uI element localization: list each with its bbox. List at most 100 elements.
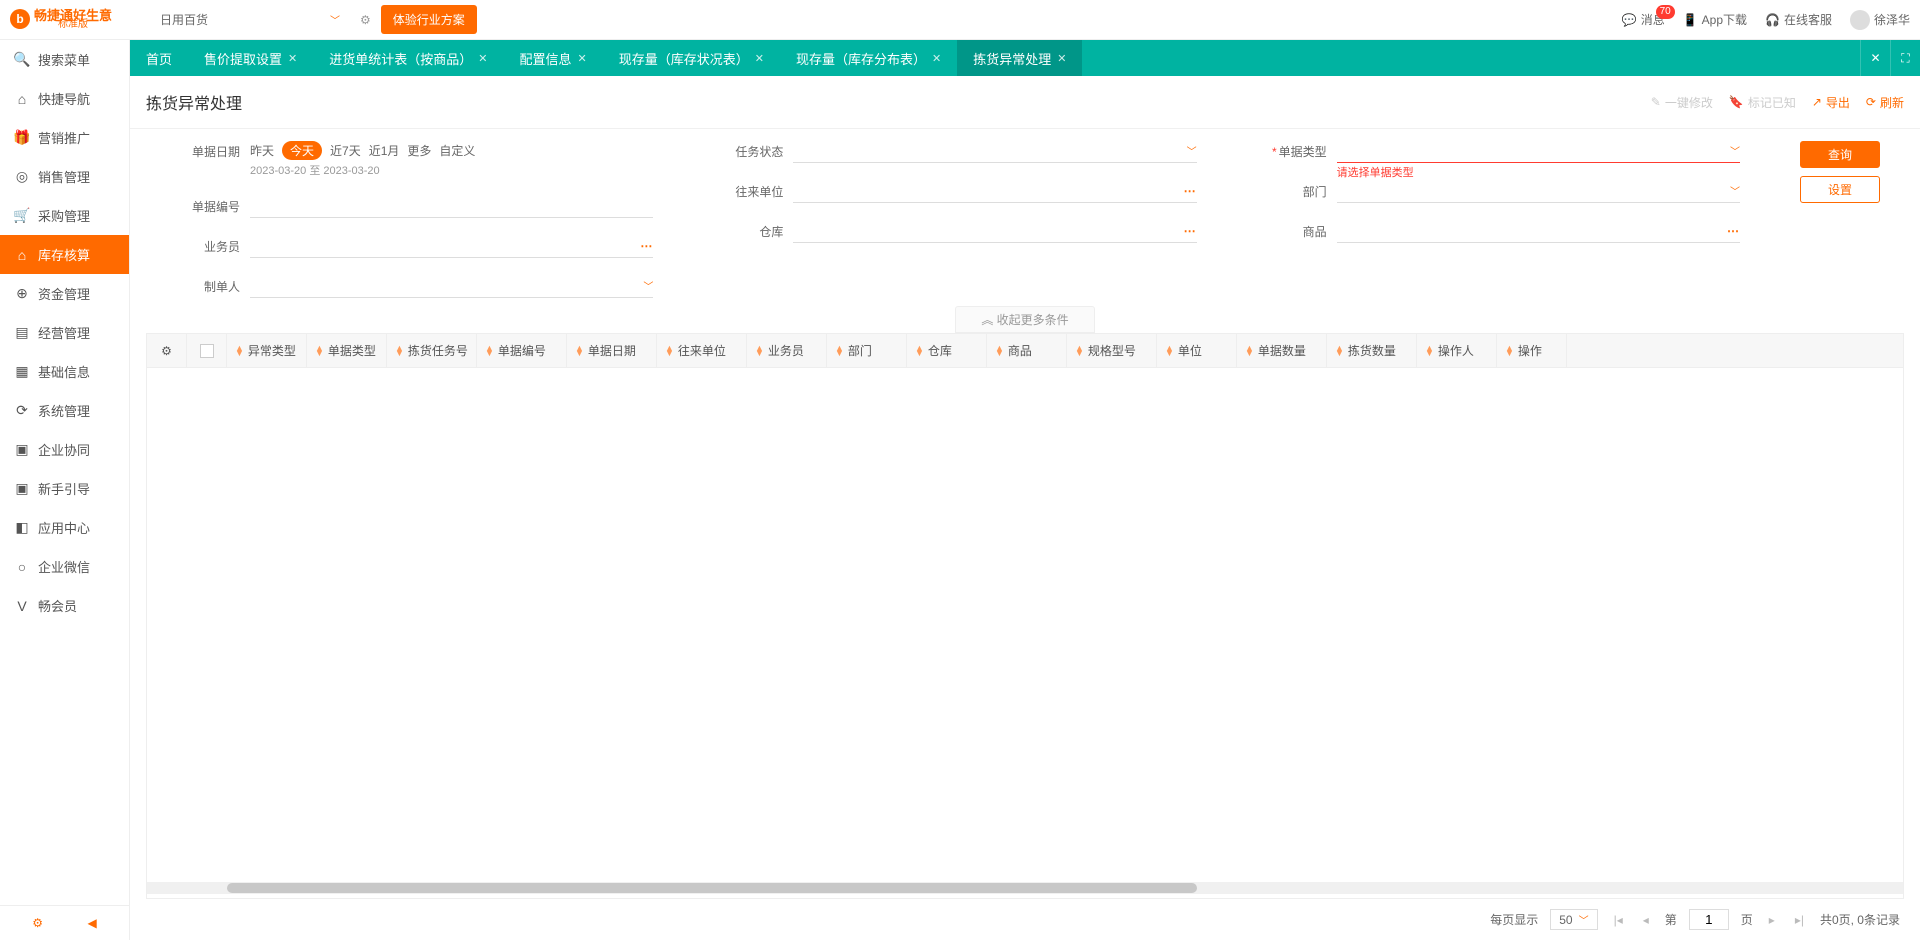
close-icon[interactable]: ✕ — [288, 52, 297, 65]
column-header[interactable]: ▲▼业务员 — [747, 334, 827, 367]
column-header[interactable]: ▲▼规格型号 — [1067, 334, 1157, 367]
close-icon[interactable]: ✕ — [932, 52, 941, 65]
tab[interactable]: 首页 — [130, 40, 188, 76]
column-header[interactable]: ▲▼拣货数量 — [1327, 334, 1417, 367]
menu-icon: ⌂ — [14, 91, 30, 107]
sidebar-item[interactable]: ⟳系统管理 — [0, 391, 129, 430]
filter-panel: 单据日期 昨天今天近7天近1月更多自定义 2023-03-20 至 2023-0… — [130, 129, 1920, 333]
column-header[interactable]: ▲▼单据编号 — [477, 334, 567, 367]
sidebar-item[interactable]: ◎销售管理 — [0, 157, 129, 196]
tab[interactable]: 进货单统计表（按商品）✕ — [313, 40, 503, 76]
page-size-select[interactable]: 50﹀ — [1550, 909, 1597, 930]
sidebar-item[interactable]: ▦基础信息 — [0, 352, 129, 391]
close-icon[interactable]: ✕ — [755, 52, 764, 65]
column-header[interactable]: ▲▼商品 — [987, 334, 1067, 367]
column-header[interactable]: ▲▼仓库 — [907, 334, 987, 367]
pager: 每页显示 50﹀ |◂ ◂ 第 页 ▸ ▸| 共0页, 0条记录 — [130, 899, 1920, 940]
experience-button[interactable]: 体验行业方案 — [381, 5, 477, 34]
column-header[interactable]: ▲▼往来单位 — [657, 334, 747, 367]
chevron-down-icon: ﹀ — [643, 278, 653, 293]
menu-icon: 🔍 — [14, 52, 30, 68]
close-icon[interactable]: ✕ — [478, 52, 487, 65]
close-icon[interactable]: ✕ — [1057, 52, 1066, 65]
prev-page[interactable]: ◂ — [1639, 913, 1653, 927]
collapse-filters[interactable]: ︽ 收起更多条件 — [955, 306, 1095, 333]
maker-select[interactable]: ﹀ — [250, 276, 653, 298]
refresh-button[interactable]: ⟳刷新 — [1866, 94, 1904, 111]
sort-icon: ▲▼ — [915, 346, 924, 356]
date-chip[interactable]: 近7天 — [330, 142, 361, 159]
close-icon[interactable]: ✕ — [578, 52, 587, 65]
date-chip[interactable]: 今天 — [282, 141, 322, 160]
user-menu[interactable]: 徐泽华 — [1850, 10, 1910, 30]
column-header[interactable]: ▲▼异常类型 — [227, 334, 307, 367]
tab[interactable]: 售价提取设置✕ — [188, 40, 313, 76]
batch-edit-button[interactable]: ✎一键修改 — [1651, 94, 1713, 111]
column-header[interactable]: ▲▼部门 — [827, 334, 907, 367]
sidebar-item[interactable]: 🔍搜索菜单 — [0, 40, 129, 79]
more-icon[interactable]: ⋯ — [1184, 224, 1197, 238]
store-selector[interactable]: 日用百货 ﹀ — [150, 11, 350, 28]
more-icon[interactable]: ⋯ — [1727, 224, 1740, 238]
query-button[interactable]: 查询 — [1800, 141, 1880, 168]
select-all[interactable] — [187, 334, 227, 367]
more-icon[interactable]: ⋯ — [640, 239, 653, 253]
settings-button[interactable]: 设置 — [1800, 176, 1880, 203]
sidebar-item[interactable]: ⌂库存核算 — [0, 235, 129, 274]
column-header[interactable]: ▲▼单据日期 — [567, 334, 657, 367]
sidebar-item[interactable]: ○企业微信 — [0, 547, 129, 586]
message-badge: 70 — [1656, 5, 1675, 19]
column-header[interactable]: ▲▼单据数量 — [1237, 334, 1327, 367]
date-chip[interactable]: 自定义 — [439, 142, 475, 159]
sidebar-item[interactable]: V畅会员 — [0, 586, 129, 625]
docno-input[interactable] — [250, 196, 653, 218]
chevron-down-icon: ﹀ — [1579, 912, 1589, 927]
doctype-select[interactable]: ﹀ 请选择单据类型 — [1337, 141, 1740, 163]
mark-known-button[interactable]: 🔖标记已知 — [1729, 94, 1796, 111]
sidebar-item[interactable]: ▣企业协同 — [0, 430, 129, 469]
goods-input[interactable]: ⋯ — [1337, 221, 1740, 243]
agent-input[interactable]: ⋯ — [250, 236, 653, 258]
first-page[interactable]: |◂ — [1610, 913, 1627, 927]
sort-icon: ▲▼ — [995, 346, 1004, 356]
tab-fullscreen[interactable]: ⛶ — [1890, 40, 1920, 76]
column-header[interactable]: ▲▼单位 — [1157, 334, 1237, 367]
export-button[interactable]: ↗导出 — [1812, 94, 1850, 111]
sidebar-item[interactable]: ⊕资金管理 — [0, 274, 129, 313]
sidebar-item[interactable]: 🛒采购管理 — [0, 196, 129, 235]
sidebar-item[interactable]: ▣新手引导 — [0, 469, 129, 508]
date-chip[interactable]: 更多 — [407, 142, 431, 159]
horizontal-scrollbar[interactable] — [147, 882, 1903, 894]
column-header[interactable]: ▲▼操作 — [1497, 334, 1567, 367]
sort-icon: ▲▼ — [755, 346, 764, 356]
next-page[interactable]: ▸ — [1765, 913, 1779, 927]
tab[interactable]: 现存量（库存分布表）✕ — [780, 40, 957, 76]
page-input[interactable] — [1689, 909, 1729, 930]
more-icon[interactable]: ⋯ — [1184, 184, 1197, 198]
partner-input[interactable]: ⋯ — [793, 181, 1196, 203]
sidebar-item[interactable]: ⌂快捷导航 — [0, 79, 129, 118]
dept-select[interactable]: ﹀ — [1337, 181, 1740, 203]
customer-service[interactable]: 🎧 在线客服 — [1765, 11, 1832, 28]
table-settings[interactable]: ⚙ — [147, 334, 187, 367]
sidebar-item[interactable]: 🎁营销推广 — [0, 118, 129, 157]
date-chip[interactable]: 近1月 — [369, 142, 400, 159]
tab[interactable]: 配置信息✕ — [503, 40, 602, 76]
warehouse-input[interactable]: ⋯ — [793, 221, 1196, 243]
tab[interactable]: 现存量（库存状况表）✕ — [603, 40, 780, 76]
column-header[interactable]: ▲▼操作人 — [1417, 334, 1497, 367]
last-page[interactable]: ▸| — [1791, 913, 1808, 927]
sidebar-item[interactable]: ◧应用中心 — [0, 508, 129, 547]
column-header[interactable]: ▲▼拣货任务号 — [387, 334, 477, 367]
date-chip[interactable]: 昨天 — [250, 142, 274, 159]
messages[interactable]: 💬 消息 70 — [1622, 11, 1665, 28]
sidebar-item[interactable]: ▤经营管理 — [0, 313, 129, 352]
tab[interactable]: 拣货异常处理✕ — [957, 40, 1082, 76]
tab-close-all[interactable]: ✕ — [1860, 40, 1890, 76]
collapse-icon[interactable]: ◀ — [88, 916, 97, 930]
column-header[interactable]: ▲▼单据类型 — [307, 334, 387, 367]
gear-icon[interactable]: ⚙ — [360, 13, 371, 27]
task-status-select[interactable]: ﹀ — [793, 141, 1196, 163]
app-download[interactable]: 📱 App下载 — [1683, 11, 1747, 28]
settings-icon[interactable]: ⚙ — [32, 916, 43, 930]
